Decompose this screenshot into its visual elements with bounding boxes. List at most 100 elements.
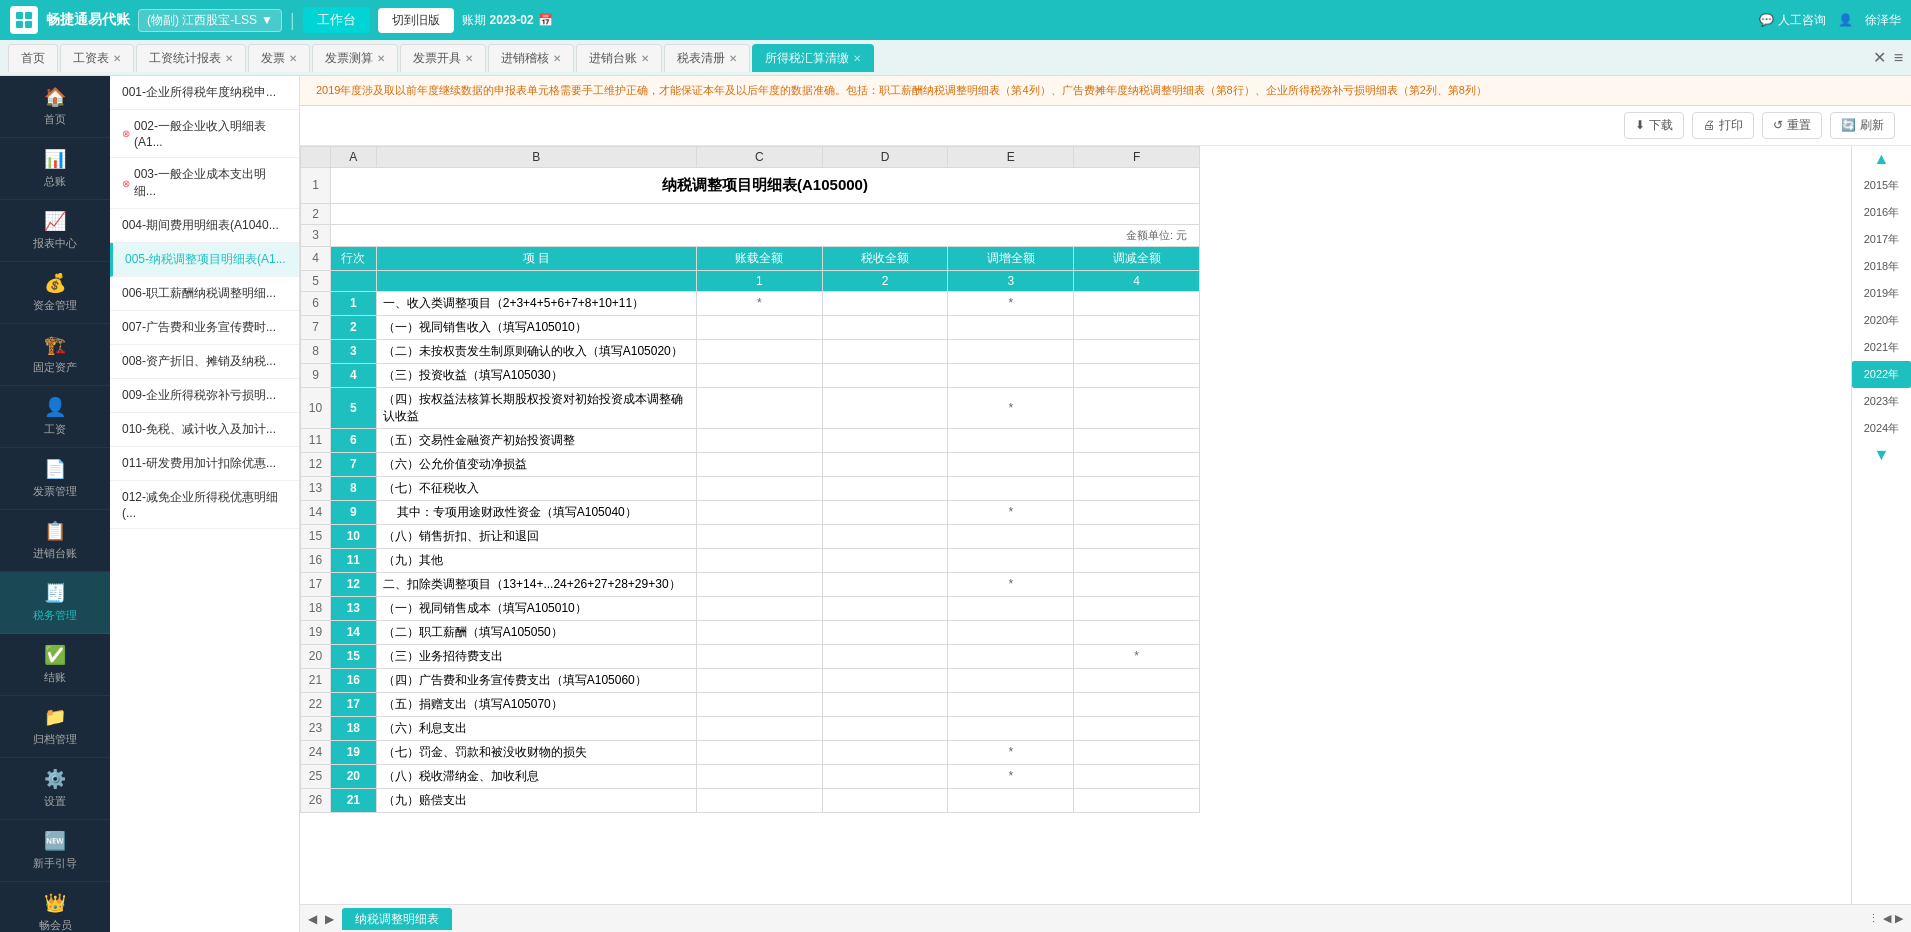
- val-12-4[interactable]: [1074, 572, 1200, 596]
- sidebar-item-assets[interactable]: 🏗️ 固定资产: [0, 324, 110, 386]
- val-4-2[interactable]: [822, 363, 948, 387]
- val-9-2[interactable]: [822, 500, 948, 524]
- sidebar-item-ledger[interactable]: 📊 总账: [0, 138, 110, 200]
- item-4[interactable]: （三）投资收益（填写A105030）: [376, 363, 696, 387]
- val-20-3[interactable]: *: [948, 764, 1074, 788]
- year-2020[interactable]: 2020年: [1852, 307, 1911, 334]
- val-8-3[interactable]: [948, 476, 1074, 500]
- switch-old-button[interactable]: 切到旧版: [378, 8, 454, 33]
- val-16-2[interactable]: [822, 668, 948, 692]
- val-21-3[interactable]: [948, 788, 1074, 812]
- val-13-4[interactable]: [1074, 596, 1200, 620]
- year-nav-up[interactable]: ▲: [1852, 146, 1911, 172]
- item-18[interactable]: （六）利息支出: [376, 716, 696, 740]
- val-7-2[interactable]: [822, 452, 948, 476]
- val-6-4[interactable]: [1074, 428, 1200, 452]
- val-4-1[interactable]: [696, 363, 822, 387]
- tab-tax-settlement[interactable]: 所得税汇算清缴 ✕: [752, 44, 874, 72]
- sidebar-item-purchase[interactable]: 📋 进销台账: [0, 510, 110, 572]
- val-9-4[interactable]: [1074, 500, 1200, 524]
- item-11[interactable]: （九）其他: [376, 548, 696, 572]
- val-20-4[interactable]: [1074, 764, 1200, 788]
- sheet-tab-tax-adjust[interactable]: 纳税调整明细表: [342, 908, 452, 930]
- sub-item-012[interactable]: 012-减免企业所得税优惠明细(...: [110, 481, 299, 529]
- val-14-2[interactable]: [822, 620, 948, 644]
- item-9[interactable]: 其中：专项用途财政性资金（填写A105040）: [376, 500, 696, 524]
- user-avatar[interactable]: 👤: [1838, 13, 1853, 27]
- val-14-1[interactable]: [696, 620, 822, 644]
- val-5-3[interactable]: *: [948, 387, 1074, 428]
- val-17-2[interactable]: [822, 692, 948, 716]
- sheet-scroll-right[interactable]: ▶: [1895, 912, 1903, 925]
- item-16[interactable]: （四）广告费和业务宣传费支出（填写A105060）: [376, 668, 696, 692]
- refresh-button[interactable]: 🔄 刷新: [1830, 112, 1895, 139]
- tab-purchase-ledger-close[interactable]: ✕: [641, 53, 649, 64]
- val-13-1[interactable]: [696, 596, 822, 620]
- val-3-3[interactable]: [948, 339, 1074, 363]
- val-12-2[interactable]: [822, 572, 948, 596]
- sidebar-item-finance[interactable]: 💰 资金管理: [0, 262, 110, 324]
- val-13-3[interactable]: [948, 596, 1074, 620]
- val-13-2[interactable]: [822, 596, 948, 620]
- sub-item-005[interactable]: 005-纳税调整项目明细表(A1...: [110, 243, 299, 277]
- item-12[interactable]: 二、扣除类调整项目（13+14+...24+26+27+28+29+30）: [376, 572, 696, 596]
- item-5[interactable]: （四）按权益法核算长期股权投资对初始投资成本调整确认收益: [376, 387, 696, 428]
- tab-invoice[interactable]: 发票 ✕: [248, 44, 310, 72]
- company-selector[interactable]: (物副) 江西股宝-LSS ▼: [138, 9, 282, 32]
- val-19-1[interactable]: [696, 740, 822, 764]
- val-10-3[interactable]: [948, 524, 1074, 548]
- print-button[interactable]: 🖨 打印: [1692, 112, 1754, 139]
- year-2016[interactable]: 2016年: [1852, 199, 1911, 226]
- tabbar-menu-button[interactable]: ≡: [1894, 49, 1903, 67]
- workspace-button[interactable]: 工作台: [303, 7, 370, 33]
- tab-invoice-issue[interactable]: 发票开具 ✕: [400, 44, 486, 72]
- item-15[interactable]: （三）业务招待费支出: [376, 644, 696, 668]
- tab-salary-close[interactable]: ✕: [113, 53, 121, 64]
- close-all-tabs-button[interactable]: ✕: [1873, 48, 1886, 67]
- val-9-1[interactable]: [696, 500, 822, 524]
- tab-tax-settlement-close[interactable]: ✕: [853, 53, 861, 64]
- val-14-3[interactable]: [948, 620, 1074, 644]
- val-12-1[interactable]: [696, 572, 822, 596]
- tab-salary-report-close[interactable]: ✕: [225, 53, 233, 64]
- tab-purchase-ledger[interactable]: 进销台账 ✕: [576, 44, 662, 72]
- spreadsheet[interactable]: A B C D E F 1 纳税调整项目明细表(A105000): [300, 146, 1851, 905]
- val-4-3[interactable]: [948, 363, 1074, 387]
- val-4-4[interactable]: [1074, 363, 1200, 387]
- year-2018[interactable]: 2018年: [1852, 253, 1911, 280]
- support-button[interactable]: 💬 人工咨询: [1759, 12, 1826, 29]
- tab-invoice-calc-close[interactable]: ✕: [377, 53, 385, 64]
- year-2017[interactable]: 2017年: [1852, 226, 1911, 253]
- val-14-4[interactable]: [1074, 620, 1200, 644]
- val-5-2[interactable]: [822, 387, 948, 428]
- sidebar-item-archive[interactable]: 📁 归档管理: [0, 696, 110, 758]
- year-2024[interactable]: 2024年: [1852, 415, 1911, 442]
- val-1-4[interactable]: [1074, 291, 1200, 315]
- reset-button[interactable]: ↺ 重置: [1762, 112, 1822, 139]
- val-7-4[interactable]: [1074, 452, 1200, 476]
- val-15-2[interactable]: [822, 644, 948, 668]
- val-11-4[interactable]: [1074, 548, 1200, 572]
- sub-item-004[interactable]: 004-期间费用明细表(A1040...: [110, 209, 299, 243]
- val-17-4[interactable]: [1074, 692, 1200, 716]
- sub-item-009[interactable]: 009-企业所得税弥补亏损明...: [110, 379, 299, 413]
- val-10-4[interactable]: [1074, 524, 1200, 548]
- item-21[interactable]: （九）赔偿支出: [376, 788, 696, 812]
- user-name[interactable]: 徐泽华: [1865, 12, 1901, 29]
- val-15-1[interactable]: [696, 644, 822, 668]
- val-11-3[interactable]: [948, 548, 1074, 572]
- period-icon[interactable]: 📅: [538, 13, 553, 27]
- val-10-2[interactable]: [822, 524, 948, 548]
- tab-tax-list[interactable]: 税表清册 ✕: [664, 44, 750, 72]
- tab-invoice-close[interactable]: ✕: [289, 53, 297, 64]
- item-3[interactable]: （二）未按权责发生制原则确认的收入（填写A105020）: [376, 339, 696, 363]
- val-1-3[interactable]: *: [948, 291, 1074, 315]
- val-10-1[interactable]: [696, 524, 822, 548]
- sub-item-003[interactable]: ⊗ 003-一般企业成本支出明细...: [110, 158, 299, 209]
- tab-invoice-issue-close[interactable]: ✕: [465, 53, 473, 64]
- val-1-2[interactable]: [822, 291, 948, 315]
- val-6-3[interactable]: [948, 428, 1074, 452]
- val-2-1[interactable]: [696, 315, 822, 339]
- val-19-4[interactable]: [1074, 740, 1200, 764]
- val-18-1[interactable]: [696, 716, 822, 740]
